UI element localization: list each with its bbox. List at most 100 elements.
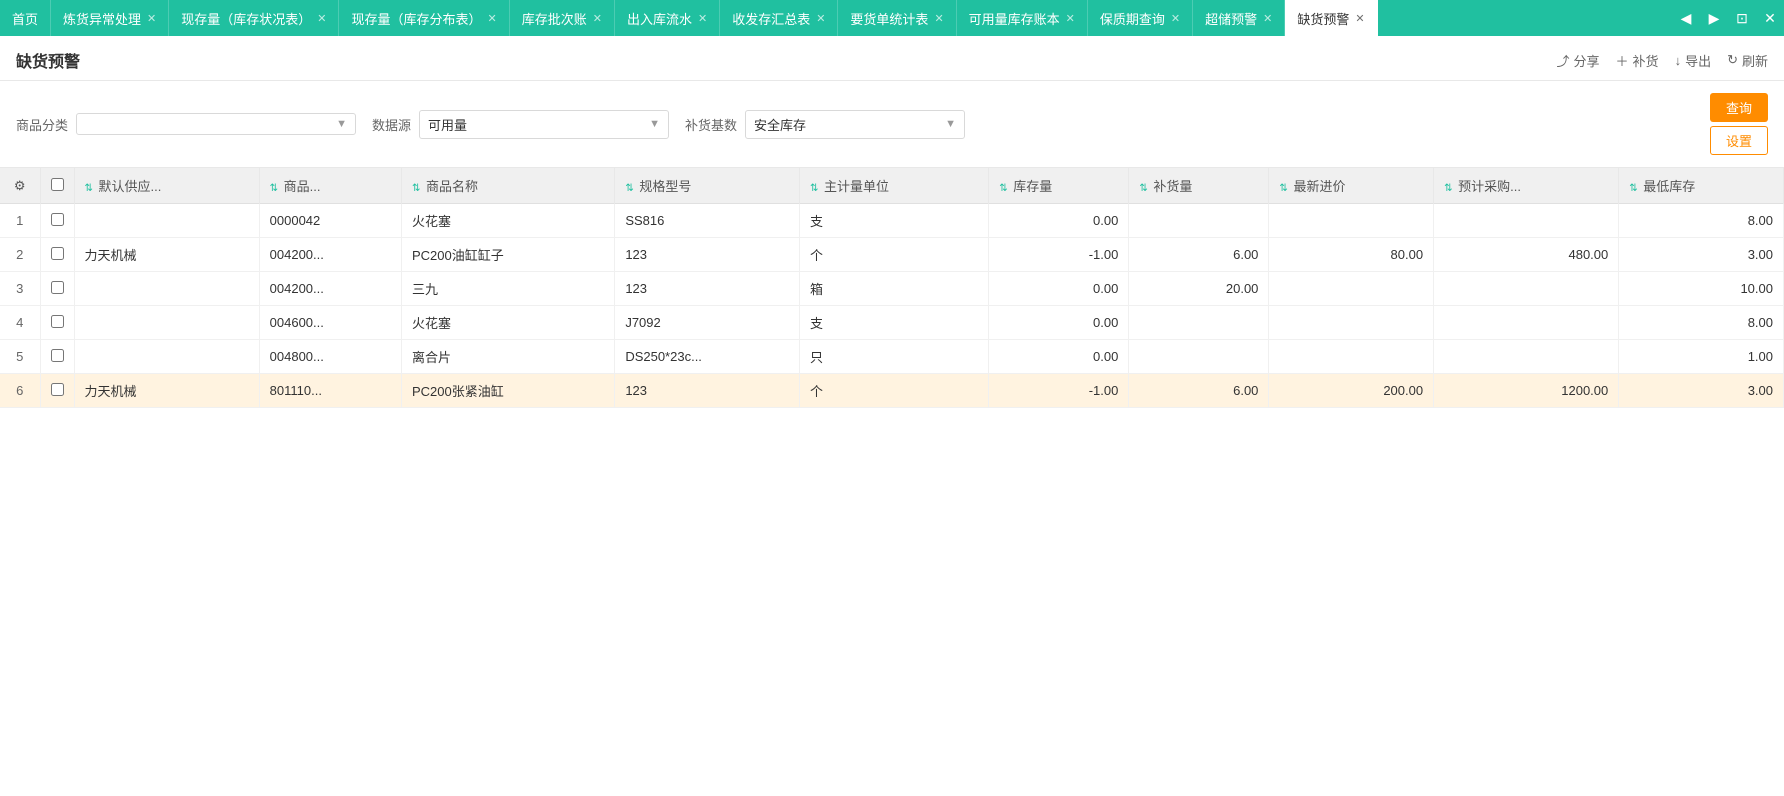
settings-button[interactable]: 设置	[1710, 126, 1768, 155]
row-est-purchase	[1434, 340, 1619, 374]
page-title: 缺货预警	[16, 48, 80, 72]
th-est-purchase[interactable]: ⇅ 预计采购...	[1434, 168, 1619, 204]
row-stock-qty: -1.00	[989, 374, 1129, 408]
row-checkbox-cell[interactable]	[40, 272, 74, 306]
replenish-button[interactable]: ＋ 补货	[1616, 51, 1659, 70]
datasource-select[interactable]: 可用量 ▼	[419, 110, 669, 139]
row-est-purchase	[1434, 204, 1619, 238]
th-gear[interactable]: ⚙	[0, 168, 40, 204]
close-tab-collect[interactable]: ✕	[816, 12, 825, 25]
tab-stock-dist[interactable]: 现存量（库存分布表） ✕	[339, 0, 509, 36]
select-all-checkbox[interactable]	[51, 178, 64, 191]
header-actions: ⤴ 分享 ＋ 补货 ↓ 导出 ↻ 刷新	[1557, 51, 1769, 70]
row-checkbox[interactable]	[51, 383, 64, 396]
th-checkbox[interactable]	[40, 168, 74, 204]
row-est-purchase	[1434, 306, 1619, 340]
row-default-supplier	[74, 340, 259, 374]
th-stock-qty[interactable]: ⇅ 库存量	[989, 168, 1129, 204]
tab-stock-status[interactable]: 现存量（库存状况表） ✕	[169, 0, 339, 36]
close-tab-order-stat[interactable]: ✕	[934, 12, 943, 25]
tab-home[interactable]: 首页	[0, 0, 51, 36]
row-latest-price: 80.00	[1269, 238, 1434, 272]
category-label: 商品分类	[16, 115, 68, 134]
datasource-chevron-icon: ▼	[649, 118, 660, 130]
table-row: 4 004600... 火花塞 J7092 支 0.00 8.00	[0, 306, 1784, 340]
query-button[interactable]: 查询	[1710, 93, 1768, 122]
row-checkbox[interactable]	[51, 247, 64, 260]
row-unit: 个	[800, 374, 989, 408]
th-replenish-qty[interactable]: ⇅ 补货量	[1129, 168, 1269, 204]
row-spec: 123	[615, 272, 800, 306]
row-product-name: PC200张紧油缸	[401, 374, 614, 408]
row-unit: 支	[800, 306, 989, 340]
row-num: 2	[0, 238, 40, 272]
row-spec: 123	[615, 238, 800, 272]
row-latest-price	[1269, 272, 1434, 306]
row-spec: J7092	[615, 306, 800, 340]
tab-shortage[interactable]: 缺货预警 ✕	[1285, 0, 1377, 36]
close-tab-abnormal[interactable]: ✕	[147, 12, 156, 25]
close-tab-batch[interactable]: ✕	[593, 12, 602, 25]
tab-prev-button[interactable]: ◀	[1672, 0, 1700, 36]
row-default-supplier: 力天机械	[74, 374, 259, 408]
th-min-stock[interactable]: ⇅ 最低库存	[1619, 168, 1784, 204]
close-tab-inout[interactable]: ✕	[698, 12, 707, 25]
row-checkbox[interactable]	[51, 315, 64, 328]
row-checkbox-cell[interactable]	[40, 204, 74, 238]
refresh-button[interactable]: ↻ 刷新	[1727, 51, 1768, 70]
sort-icon-spec: ⇅	[625, 183, 633, 194]
row-checkbox-cell[interactable]	[40, 238, 74, 272]
table-row: 6 力天机械 801110... PC200张紧油缸 123 个 -1.00 6…	[0, 374, 1784, 408]
replenish-base-chevron-icon: ▼	[945, 118, 956, 130]
export-button[interactable]: ↓ 导出	[1675, 51, 1712, 70]
row-checkbox-cell[interactable]	[40, 374, 74, 408]
sort-icon-replenish: ⇅	[1139, 183, 1147, 194]
row-stock-qty: 0.00	[989, 340, 1129, 374]
th-spec[interactable]: ⇅ 规格型号	[615, 168, 800, 204]
tab-overstock[interactable]: 超储预警 ✕	[1193, 0, 1285, 36]
tab-collect[interactable]: 收发存汇总表 ✕	[720, 0, 838, 36]
share-button[interactable]: ⤴ 分享	[1557, 51, 1600, 70]
th-latest-price[interactable]: ⇅ 最新进价	[1269, 168, 1434, 204]
tab-next-button[interactable]: ▶	[1700, 0, 1728, 36]
tab-batch[interactable]: 库存批次账 ✕	[510, 0, 615, 36]
tab-available[interactable]: 可用量库存账本 ✕	[957, 0, 1088, 36]
row-checkbox[interactable]	[51, 213, 64, 226]
tab-restore-button[interactable]: ⊡	[1728, 0, 1756, 36]
th-unit[interactable]: ⇅ 主计量单位	[800, 168, 989, 204]
category-select[interactable]: ▼	[76, 113, 356, 135]
tab-order-stat[interactable]: 要货单统计表 ✕	[838, 0, 956, 36]
tab-abnormal[interactable]: 炼货异常处理 ✕	[51, 0, 169, 36]
row-unit: 只	[800, 340, 989, 374]
row-product-name: PC200油缸缸子	[401, 238, 614, 272]
row-stock-qty: 0.00	[989, 204, 1129, 238]
row-replenish-qty	[1129, 306, 1269, 340]
close-tab-stock-status[interactable]: ✕	[317, 12, 326, 25]
row-checkbox-cell[interactable]	[40, 340, 74, 374]
close-tab-stock-dist[interactable]: ✕	[488, 12, 497, 25]
row-checkbox[interactable]	[51, 349, 64, 362]
row-unit: 个	[800, 238, 989, 272]
th-default-supplier[interactable]: ⇅ 默认供应...	[74, 168, 259, 204]
replenish-base-select[interactable]: 安全库存 ▼	[745, 110, 965, 139]
close-tab-expiry[interactable]: ✕	[1171, 12, 1180, 25]
row-checkbox[interactable]	[51, 281, 64, 294]
close-tab-shortage[interactable]: ✕	[1355, 12, 1364, 25]
tab-expiry[interactable]: 保质期查询 ✕	[1088, 0, 1193, 36]
table-header-row: ⚙ ⇅ 默认供应... ⇅ 商品... ⇅ 商品名称	[0, 168, 1784, 204]
close-tab-overstock[interactable]: ✕	[1263, 12, 1272, 25]
row-replenish-qty: 20.00	[1129, 272, 1269, 306]
close-tab-available[interactable]: ✕	[1066, 12, 1075, 25]
export-icon: ↓	[1675, 53, 1682, 68]
th-product-code[interactable]: ⇅ 商品...	[259, 168, 401, 204]
row-unit: 支	[800, 204, 989, 238]
row-checkbox-cell[interactable]	[40, 306, 74, 340]
th-product-name[interactable]: ⇅ 商品名称	[401, 168, 614, 204]
tab-close-all-button[interactable]: ✕	[1756, 0, 1784, 36]
datasource-filter-group: 数据源 可用量 ▼	[372, 110, 669, 139]
sort-icon-min: ⇅	[1629, 183, 1637, 194]
row-min-stock: 8.00	[1619, 204, 1784, 238]
row-latest-price	[1269, 340, 1434, 374]
tab-inout[interactable]: 出入库流水 ✕	[615, 0, 720, 36]
row-spec: SS816	[615, 204, 800, 238]
